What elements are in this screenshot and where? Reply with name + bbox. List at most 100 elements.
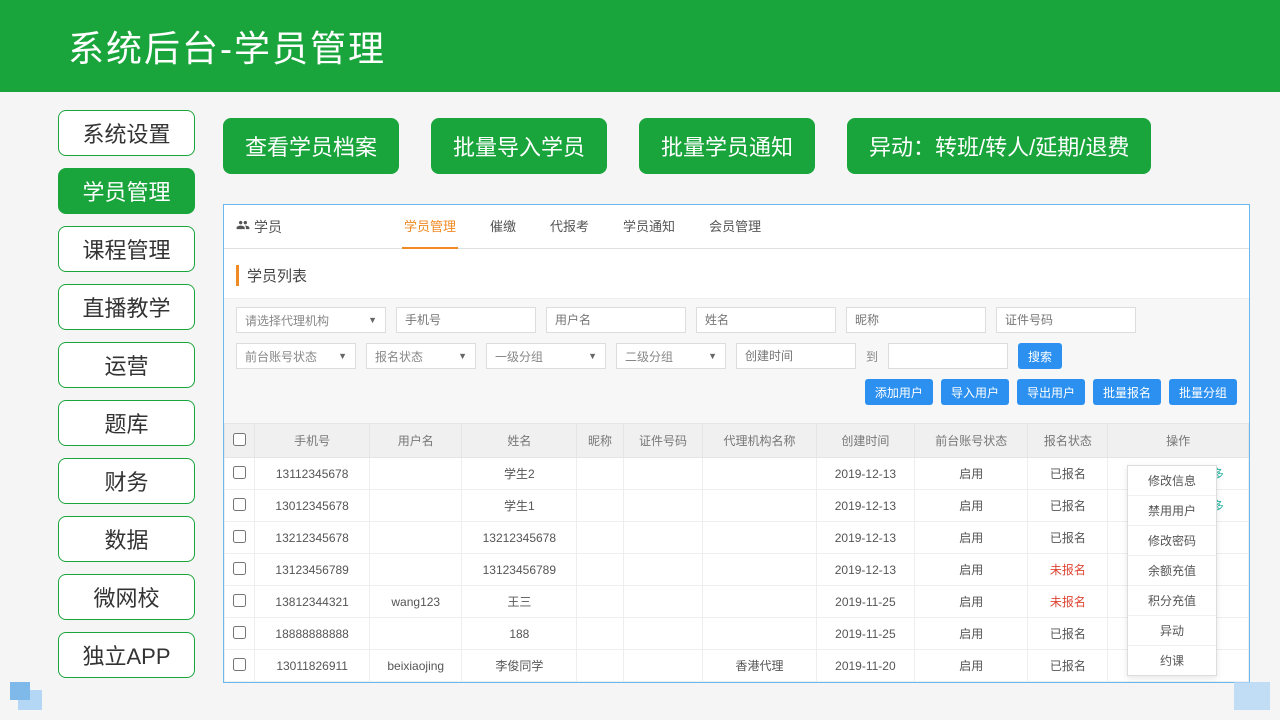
row-checkbox[interactable]	[233, 594, 246, 607]
sidebar-item-9[interactable]: 独立APP	[58, 632, 195, 678]
sidebar: 系统设置学员管理课程管理直播教学运营题库财务数据微网校独立APP	[0, 110, 195, 683]
enroll-status-select[interactable]: 报名状态▼	[366, 343, 476, 369]
action-button-0[interactable]: 查看学员档案	[223, 118, 399, 174]
filter-area: 请选择代理机构▼ 前台账号状态▼ 报名状态▼ 一级分组▼ 二级分组▼ 到 搜索	[224, 298, 1249, 423]
sidebar-item-1[interactable]: 学员管理	[58, 168, 195, 214]
table-cell	[370, 458, 462, 490]
row-checkbox[interactable]	[233, 562, 246, 575]
table-cell: 启用	[915, 554, 1028, 586]
table-cell: 2019-11-25	[816, 618, 914, 650]
sidebar-item-5[interactable]: 题库	[58, 400, 195, 446]
table-cell	[225, 618, 255, 650]
list-title: 学员列表	[236, 265, 1237, 286]
table-cell: 13212345678	[255, 522, 370, 554]
panel-tab-3[interactable]: 学员通知	[621, 204, 677, 249]
table-cell	[370, 490, 462, 522]
users-icon	[236, 218, 250, 235]
bulk-button-0[interactable]: 添加用户	[865, 379, 933, 405]
table-cell	[703, 490, 816, 522]
table-header: 操作	[1108, 424, 1249, 458]
table-cell: 王三	[462, 586, 577, 618]
create-time-from-input[interactable]	[736, 343, 856, 369]
group2-select[interactable]: 二级分组▼	[616, 343, 726, 369]
idno-input[interactable]	[996, 307, 1136, 333]
sidebar-item-0[interactable]: 系统设置	[58, 110, 195, 156]
dropdown-item-4[interactable]: 积分充值	[1128, 586, 1216, 616]
table-cell: 13011826911	[255, 650, 370, 682]
search-button[interactable]: 搜索	[1018, 343, 1062, 369]
sidebar-item-6[interactable]: 财务	[58, 458, 195, 504]
action-button-3[interactable]: 异动：转班/转人/延期/退费	[847, 118, 1151, 174]
dropdown-item-3[interactable]: 余额充值	[1128, 556, 1216, 586]
table-header: 报名状态	[1028, 424, 1108, 458]
content-panel: 学员 学员管理催缴代报考学员通知会员管理 学员列表 请选择代理机构▼ 前台账号状…	[223, 204, 1250, 683]
row-checkbox[interactable]	[233, 466, 246, 479]
table-cell: 学生2	[462, 458, 577, 490]
page-title: 系统后台-学员管理	[68, 20, 386, 72]
breadcrumb-label: 学员	[254, 217, 282, 237]
table-cell: wang123	[370, 586, 462, 618]
bulk-button-3[interactable]: 批量报名	[1093, 379, 1161, 405]
table-cell: 2019-11-25	[816, 586, 914, 618]
table-cell: 启用	[915, 458, 1028, 490]
table-row: 13123456789131234567892019-12-13启用未报名	[225, 554, 1249, 586]
table-cell: 13123456789	[462, 554, 577, 586]
table-cell: 学生1	[462, 490, 577, 522]
panel-tab-1[interactable]: 催缴	[488, 204, 518, 249]
sidebar-item-2[interactable]: 课程管理	[58, 226, 195, 272]
row-checkbox[interactable]	[233, 658, 246, 671]
bulk-button-2[interactable]: 导出用户	[1017, 379, 1085, 405]
select-all-checkbox[interactable]	[233, 433, 246, 446]
phone-input[interactable]	[396, 307, 536, 333]
dropdown-item-1[interactable]: 禁用用户	[1128, 496, 1216, 526]
table-row: 13011826911beixiaojing李俊同学香港代理2019-11-20…	[225, 650, 1249, 682]
table-cell	[623, 650, 703, 682]
chevron-down-icon: ▼	[458, 351, 467, 361]
front-status-select[interactable]: 前台账号状态▼	[236, 343, 356, 369]
panel-tab-2[interactable]: 代报考	[548, 204, 591, 249]
page-header: 系统后台-学员管理	[0, 0, 1280, 92]
agency-select[interactable]: 请选择代理机构▼	[236, 307, 386, 333]
table-cell	[370, 554, 462, 586]
row-checkbox[interactable]	[233, 498, 246, 511]
chevron-down-icon: ▼	[338, 351, 347, 361]
to-label: 到	[866, 348, 878, 365]
table-cell	[225, 586, 255, 618]
panel-tab-0[interactable]: 学员管理	[402, 204, 458, 249]
chevron-down-icon: ▼	[368, 315, 377, 325]
bulk-button-4[interactable]: 批量分组	[1169, 379, 1237, 405]
table-cell	[577, 618, 623, 650]
sidebar-item-7[interactable]: 数据	[58, 516, 195, 562]
bulk-button-1[interactable]: 导入用户	[941, 379, 1009, 405]
table-cell	[623, 490, 703, 522]
table-header: 姓名	[462, 424, 577, 458]
create-time-to-input[interactable]	[888, 343, 1008, 369]
table-header: 用户名	[370, 424, 462, 458]
table-cell: 13123456789	[255, 554, 370, 586]
dropdown-item-2[interactable]: 修改密码	[1128, 526, 1216, 556]
table-cell	[623, 458, 703, 490]
table-cell	[577, 522, 623, 554]
username-input[interactable]	[546, 307, 686, 333]
table-cell: 已报名	[1028, 522, 1108, 554]
nickname-input[interactable]	[846, 307, 986, 333]
sidebar-item-3[interactable]: 直播教学	[58, 284, 195, 330]
panel-tab-4[interactable]: 会员管理	[707, 204, 763, 249]
action-button-2[interactable]: 批量学员通知	[639, 118, 815, 174]
dropdown-item-6[interactable]: 约课	[1128, 646, 1216, 675]
name-input[interactable]	[696, 307, 836, 333]
sidebar-item-8[interactable]: 微网校	[58, 574, 195, 620]
action-button-row: 查看学员档案批量导入学员批量学员通知异动：转班/转人/延期/退费	[223, 118, 1250, 174]
row-checkbox[interactable]	[233, 530, 246, 543]
group1-select[interactable]: 一级分组▼	[486, 343, 606, 369]
dropdown-item-0[interactable]: 修改信息	[1128, 466, 1216, 496]
table-cell	[577, 458, 623, 490]
sidebar-item-4[interactable]: 运营	[58, 342, 195, 388]
action-button-1[interactable]: 批量导入学员	[431, 118, 607, 174]
row-checkbox[interactable]	[233, 626, 246, 639]
table-cell	[703, 618, 816, 650]
dropdown-item-5[interactable]: 异动	[1128, 616, 1216, 646]
table-cell	[225, 522, 255, 554]
table-cell	[623, 618, 703, 650]
table-cell	[370, 618, 462, 650]
